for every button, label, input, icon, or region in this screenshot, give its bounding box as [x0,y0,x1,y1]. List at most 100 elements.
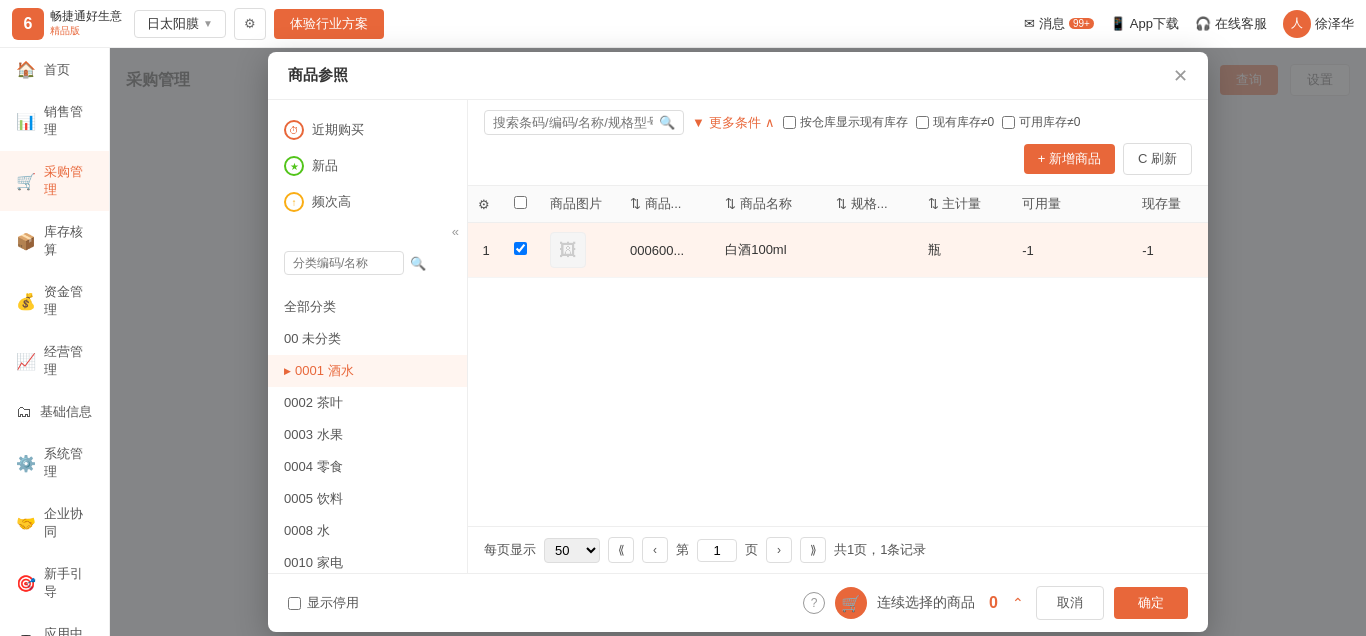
quick-recent[interactable]: ⏱ 近期购买 [268,112,467,148]
page-number-input[interactable] [697,539,737,562]
user-area[interactable]: 人 徐泽华 [1283,10,1354,38]
cart-icon[interactable]: 🛒 [835,587,867,619]
cat-tea[interactable]: 0002 茶叶 [268,387,467,419]
store-dropdown[interactable]: 日太阳膜 ▼ [134,10,226,38]
product-search-box: 🔍 [484,110,684,135]
messages-item[interactable]: ✉ 消息 99+ [1024,15,1094,33]
cat-appliance[interactable]: 0010 家电 [268,547,467,573]
sidebar-item-apps[interactable]: 📱 应用中心 [0,613,109,636]
modal-right-panel: 🔍 ▼ 更多条件 ∧ 按仓库显示现有库存 [468,100,1208,573]
page-last-btn[interactable]: ⟫ [800,537,826,563]
category-search-input[interactable] [284,251,404,275]
cat-unclassified[interactable]: 00 未分类 [268,323,467,355]
sidebar-item-basic[interactable]: 🗂 基础信息 [0,391,109,433]
sidebar-item-home[interactable]: 🏠 首页 [0,48,109,91]
sidebar-label-collab: 企业协同 [44,505,93,541]
col-code: ⇅ 商品... [620,186,715,223]
col-settings-icon[interactable]: ⚙ [478,197,490,212]
collab-icon: 🤝 [16,514,36,533]
app-download-item[interactable]: 📱 App下载 [1110,15,1179,33]
sidebar-item-sales[interactable]: 📊 销售管理 [0,91,109,151]
col-unit: ⇅ 主计量 [918,186,1012,223]
row-checkbox[interactable] [514,242,527,255]
table-row: 1 🖼 000600... 白酒100ml [468,223,1208,278]
sidebar-item-operations[interactable]: 📈 经营管理 [0,331,109,391]
warehouse-checkbox[interactable] [783,116,796,129]
cancel-btn[interactable]: 取消 [1036,586,1104,620]
cat-fruit-label: 0003 水果 [284,426,343,444]
stock-icon: 📦 [16,232,36,251]
cat-all[interactable]: 全部分类 [268,291,467,323]
page-size-select[interactable]: 50 100 200 [544,538,600,563]
cell-name: 白酒100ml [715,223,826,278]
cat-snack[interactable]: 0004 零食 [268,451,467,483]
message-icon: ✉ [1024,16,1035,31]
username-label: 徐泽华 [1315,15,1354,33]
trial-button[interactable]: 体验行业方案 [274,9,384,39]
add-product-btn[interactable]: + 新增商品 [1024,144,1115,174]
confirm-btn[interactable]: 确定 [1114,587,1188,619]
modal-close-icon[interactable]: ✕ [1173,67,1188,85]
sidebar-label-finance: 资金管理 [44,283,93,319]
online-service-item[interactable]: 🎧 在线客服 [1195,15,1267,33]
page-next-btn[interactable]: › [766,537,792,563]
nonzero-stock-checkbox[interactable] [916,116,929,129]
cell-spec [826,223,918,278]
sidebar-item-collab[interactable]: 🤝 企业协同 [0,493,109,553]
sort-icon-code[interactable]: ⇅ [630,196,641,211]
show-disabled-area[interactable]: 显示停用 [288,594,359,612]
more-filter-btn[interactable]: ▼ 更多条件 ∧ [692,114,775,132]
cat-beverage-label: 0005 饮料 [284,490,343,508]
sidebar-item-guide[interactable]: 🎯 新手引导 [0,553,109,613]
col-available: 可用量 [1012,186,1132,223]
show-disabled-checkbox[interactable] [288,597,301,610]
quick-freq[interactable]: ↑ 频次高 [268,184,467,220]
page-first-btn[interactable]: ⟪ [608,537,634,563]
sidebar-label-basic: 基础信息 [40,403,92,421]
available-nonzero-checkbox[interactable] [1002,116,1015,129]
page-prev-btn[interactable]: ‹ [642,537,668,563]
settings-icon[interactable]: ⚙ [234,8,266,40]
sort-icon-name[interactable]: ⇅ [725,196,736,211]
sidebar-label-home: 首页 [44,61,70,79]
cat-unclassified-label: 00 未分类 [284,330,341,348]
collapse-left-btn[interactable]: « [268,220,467,243]
col-name: ⇅ 商品名称 [715,186,826,223]
sidebar-item-finance[interactable]: 💰 资金管理 [0,271,109,331]
product-image: 🖼 [550,232,586,268]
product-table: ⚙ 商品图片 ⇅ 商品... ⇅ 商品名称 ⇅ 规格... ⇅ 主计量 可用量 [468,186,1208,278]
purchase-icon: 🛒 [16,172,36,191]
page-total-info: 共1页，1条记录 [834,541,926,559]
sidebar-item-purchase[interactable]: 🛒 采购管理 [0,151,109,211]
cat-all-label: 全部分类 [284,298,336,316]
guide-icon: 🎯 [16,574,36,593]
category-search-icon[interactable]: 🔍 [410,256,426,271]
cat-water[interactable]: 0008 水 [268,515,467,547]
continuous-select-label: 连续选择的商品 [877,594,975,612]
checkbox-nonzero-stock[interactable]: 现有库存≠0 [916,114,994,131]
cat-beverage[interactable]: 0005 饮料 [268,483,467,515]
sidebar-item-stock[interactable]: 📦 库存核算 [0,211,109,271]
sort-icon-unit[interactable]: ⇅ [928,196,939,211]
checkbox-available-nonzero[interactable]: 可用库存≠0 [1002,114,1080,131]
col-settings: ⚙ [468,186,504,223]
cat-fruit[interactable]: 0003 水果 [268,419,467,451]
sort-icon-spec[interactable]: ⇅ [836,196,847,211]
selected-count: 0 [989,594,998,612]
store-name: 日太阳膜 [147,15,199,33]
cat-liquor[interactable]: ▶ 0001 酒水 [268,355,467,387]
quick-new[interactable]: ★ 新品 [268,148,467,184]
sidebar-item-system[interactable]: ⚙️ 系统管理 [0,433,109,493]
app-icon: 📱 [1110,16,1126,31]
refresh-btn[interactable]: C 刷新 [1123,143,1192,175]
checkbox-warehouse[interactable]: 按仓库显示现有库存 [783,114,908,131]
help-icon[interactable]: ? [803,592,825,614]
footer-collapse-icon[interactable]: ⌃ [1012,595,1024,611]
product-search-input[interactable] [493,115,653,130]
filter-icon: ▼ [692,115,705,130]
sidebar-label-sales: 销售管理 [44,103,93,139]
select-all-checkbox[interactable] [514,196,527,209]
product-search-icon[interactable]: 🔍 [659,115,675,130]
nav-center: 日太阳膜 ▼ ⚙ 体验行业方案 [122,8,1024,40]
cell-checkbox [504,223,540,278]
